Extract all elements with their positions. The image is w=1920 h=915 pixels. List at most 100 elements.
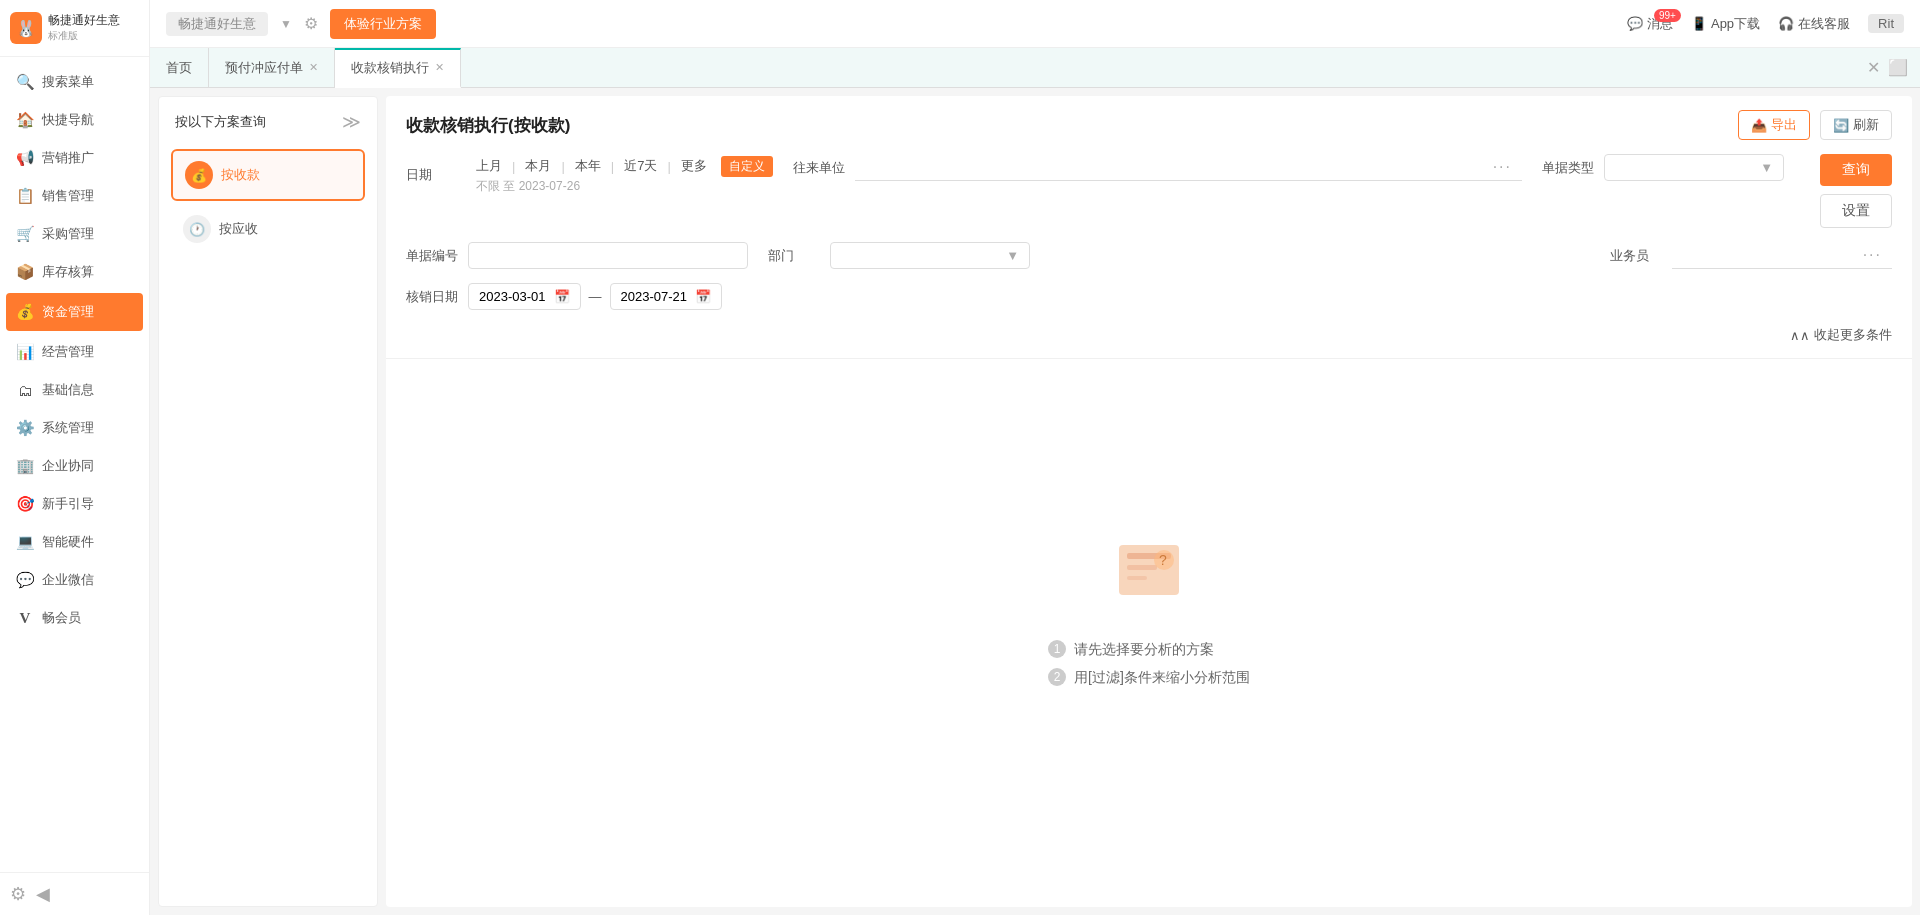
filter-sidebar-collapse-icon[interactable]: ≫ bbox=[342, 111, 361, 133]
sidebar-item-inventory[interactable]: 📦 库存核算 bbox=[0, 253, 149, 291]
tab-prepay[interactable]: 预付冲应付单 ✕ bbox=[209, 48, 335, 88]
finance-icon: 💰 bbox=[16, 303, 34, 321]
export-icon: 📤 bbox=[1751, 118, 1767, 133]
main-content: 畅捷通好生意 ▼ ⚙ 体验行业方案 💬 消息 99+ 📱 App下载 🎧 在线客… bbox=[150, 0, 1920, 915]
app-download-button[interactable]: 📱 App下载 bbox=[1691, 15, 1760, 33]
system-icon: ⚙️ bbox=[16, 419, 34, 437]
tab-prepay-close-icon[interactable]: ✕ bbox=[309, 61, 318, 74]
filter-sidebar-header: 按以下方案查询 ≫ bbox=[159, 97, 377, 143]
sidebar-item-search[interactable]: 🔍 搜索菜单 bbox=[0, 63, 149, 101]
settings-button[interactable]: 设置 bbox=[1820, 194, 1892, 228]
staff-field: 业务员 ··· bbox=[1610, 242, 1892, 269]
form-row-3: 核销日期 2023-03-01 📅 — 2023-07-21 📅 bbox=[406, 283, 1892, 310]
sidebar-item-system[interactable]: ⚙️ 系统管理 bbox=[0, 409, 149, 447]
member-icon: V bbox=[16, 610, 34, 627]
topbar-gear-icon[interactable]: ⚙ bbox=[304, 14, 318, 33]
header-actions: 📤 导出 🔄 刷新 bbox=[1738, 110, 1892, 140]
tab-expand-action-icon[interactable]: ⬜ bbox=[1888, 58, 1908, 77]
empty-tips: 1 请先选择要分析的方案 2 用[过滤]条件来缩小分析范围 bbox=[1048, 635, 1250, 691]
sidebar-item-marketing[interactable]: 📢 营销推广 bbox=[0, 139, 149, 177]
refresh-icon: 🔄 bbox=[1833, 118, 1849, 133]
empty-tip-1: 1 请先选择要分析的方案 bbox=[1048, 635, 1250, 663]
doc-no-input[interactable] bbox=[468, 242, 748, 269]
start-calendar-icon[interactable]: 📅 bbox=[554, 289, 570, 304]
date-tab-this-year[interactable]: 本年 bbox=[567, 154, 609, 178]
sidebar-logo: 🐰 畅捷通好生意 标准版 bbox=[0, 0, 149, 57]
online-service-button[interactable]: 🎧 在线客服 bbox=[1778, 15, 1850, 33]
message-button[interactable]: 💬 消息 99+ bbox=[1627, 15, 1673, 33]
logo-text: 畅捷通好生意 标准版 bbox=[48, 13, 120, 43]
sidebar: 🐰 畅捷通好生意 标准版 🔍 搜索菜单 🏠 快捷导航 📢 营销推广 📋 销售管理… bbox=[0, 0, 150, 915]
purchase-icon: 🛒 bbox=[16, 225, 34, 243]
writeoff-end-input[interactable]: 2023-07-21 📅 bbox=[610, 283, 723, 310]
app-icon: 📱 bbox=[1691, 16, 1707, 31]
export-button[interactable]: 📤 导出 bbox=[1738, 110, 1810, 140]
sidebar-item-quicknav[interactable]: 🏠 快捷导航 bbox=[0, 101, 149, 139]
sidebar-item-sales[interactable]: 📋 销售管理 bbox=[0, 177, 149, 215]
sidebar-menu: 🔍 搜索菜单 🏠 快捷导航 📢 营销推广 📋 销售管理 🛒 采购管理 📦 库存核… bbox=[0, 57, 149, 872]
sidebar-item-enterprise[interactable]: 🏢 企业协同 bbox=[0, 447, 149, 485]
sidebar-item-finance[interactable]: 💰 资金管理 bbox=[6, 293, 143, 331]
sidebar-item-newbie[interactable]: 🎯 新手引导 bbox=[0, 485, 149, 523]
doc-type-select[interactable]: ▼ bbox=[1604, 154, 1784, 181]
date-field: 日期 上月 | 本月 | 本年 | 近7天 | 更多 bbox=[406, 154, 773, 195]
content-header: 收款核销执行(按收款) 📤 导出 🔄 刷新 bbox=[386, 96, 1912, 140]
staff-select[interactable]: ··· bbox=[1672, 242, 1892, 269]
home-icon: 🏠 bbox=[16, 111, 34, 129]
tab-home[interactable]: 首页 bbox=[150, 48, 209, 88]
collapse-sidebar-icon[interactable]: ◀ bbox=[36, 883, 50, 905]
topbar-dropdown-icon[interactable]: ▼ bbox=[280, 17, 292, 31]
wechat-icon: 💬 bbox=[16, 571, 34, 589]
topbar-right: 💬 消息 99+ 📱 App下载 🎧 在线客服 Rit bbox=[1627, 14, 1904, 33]
sidebar-item-basic[interactable]: 🗂 基础信息 bbox=[0, 371, 149, 409]
partner-field: 往来单位 ··· bbox=[793, 154, 1522, 181]
solution-button[interactable]: 体验行业方案 bbox=[330, 9, 436, 39]
writeoff-date-range: 2023-03-01 📅 — 2023-07-21 📅 bbox=[468, 283, 722, 310]
form-row-2: 单据编号 部门 ▼ 业务员 bbox=[406, 242, 1892, 269]
svg-rect-3 bbox=[1127, 576, 1147, 580]
filter-item-by-receipt[interactable]: 💰 按收款 bbox=[171, 149, 365, 201]
empty-illustration: ? bbox=[1099, 515, 1199, 615]
sidebar-item-purchase[interactable]: 🛒 采购管理 bbox=[0, 215, 149, 253]
date-tab-more[interactable]: 更多 bbox=[673, 154, 715, 178]
tab-actions: ✕ ⬜ bbox=[1867, 58, 1920, 77]
filter-item-by-receivable[interactable]: 🕐 按应收 bbox=[171, 205, 365, 253]
date-tab-last-month[interactable]: 上月 bbox=[468, 154, 510, 178]
sales-icon: 📋 bbox=[16, 187, 34, 205]
sidebar-item-member[interactable]: V 畅会员 bbox=[0, 599, 149, 637]
marketing-icon: 📢 bbox=[16, 149, 34, 167]
empty-state: ? 1 请先选择要分析的方案 2 用[过滤]条件来缩小分析范围 bbox=[386, 359, 1912, 907]
message-badge: 99+ bbox=[1654, 9, 1681, 22]
logo-icon: 🐰 bbox=[10, 12, 42, 44]
filter-items-list: 💰 按收款 🕐 按应收 bbox=[159, 143, 377, 263]
partner-select[interactable]: ··· bbox=[855, 154, 1522, 181]
empty-tip-2: 2 用[过滤]条件来缩小分析范围 bbox=[1048, 663, 1250, 691]
tab-writeoff[interactable]: 收款核销执行 ✕ bbox=[335, 48, 461, 88]
date-custom-badge[interactable]: 自定义 bbox=[721, 156, 773, 177]
writeoff-start-input[interactable]: 2023-03-01 📅 bbox=[468, 283, 581, 310]
receivable-filter-icon: 🕐 bbox=[183, 215, 211, 243]
user-name[interactable]: Rit bbox=[1868, 14, 1904, 33]
page-title: 收款核销执行(按收款) bbox=[406, 114, 570, 137]
date-tab-this-month[interactable]: 本月 bbox=[517, 154, 559, 178]
receipt-filter-icon: 💰 bbox=[185, 161, 213, 189]
end-calendar-icon[interactable]: 📅 bbox=[695, 289, 711, 304]
sidebar-item-wechat[interactable]: 💬 企业微信 bbox=[0, 561, 149, 599]
refresh-button[interactable]: 🔄 刷新 bbox=[1820, 110, 1892, 140]
query-buttons: 查询 设置 bbox=[1820, 154, 1892, 228]
tab-close-action-icon[interactable]: ✕ bbox=[1867, 58, 1880, 77]
partner-more-icon[interactable]: ··· bbox=[1489, 158, 1516, 176]
settings-footer-icon[interactable]: ⚙ bbox=[10, 883, 26, 905]
dept-select[interactable]: ▼ bbox=[830, 242, 1030, 269]
filter-form: 日期 上月 | 本月 | 本年 | 近7天 | 更多 bbox=[386, 140, 1912, 359]
writeoff-date-field: 核销日期 2023-03-01 📅 — 2023-07-21 📅 bbox=[406, 283, 722, 310]
staff-more-icon[interactable]: ··· bbox=[1859, 246, 1886, 264]
collapse-more-button[interactable]: ∧∧ 收起更多条件 bbox=[1790, 326, 1892, 344]
query-button[interactable]: 查询 bbox=[1820, 154, 1892, 186]
sidebar-item-operations[interactable]: 📊 经营管理 bbox=[0, 333, 149, 371]
tab-writeoff-close-icon[interactable]: ✕ bbox=[435, 61, 444, 74]
date-tab-7days[interactable]: 近7天 bbox=[616, 154, 665, 178]
sidebar-item-hardware[interactable]: 💻 智能硬件 bbox=[0, 523, 149, 561]
basic-icon: 🗂 bbox=[16, 382, 34, 399]
tab-bar: 首页 预付冲应付单 ✕ 收款核销执行 ✕ ✕ ⬜ bbox=[150, 48, 1920, 88]
